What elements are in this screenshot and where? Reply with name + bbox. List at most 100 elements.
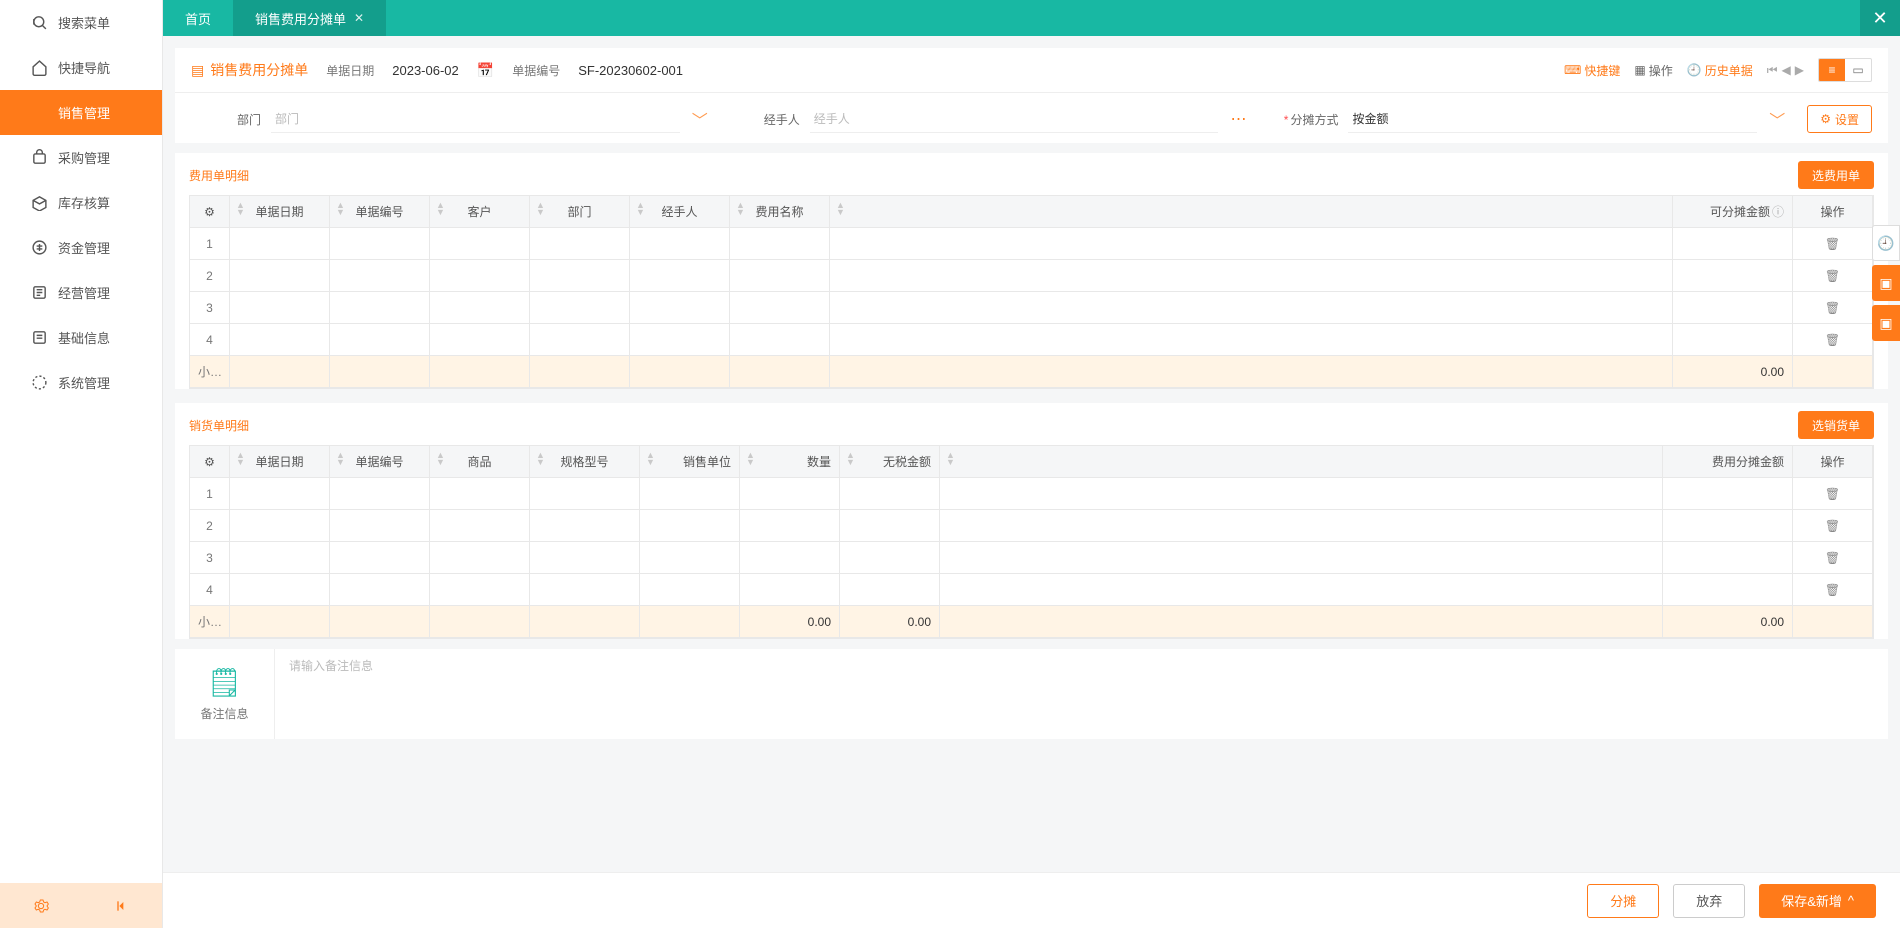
col-feealloc[interactable]: 费用分摊金额 (1663, 446, 1793, 478)
sidebar-item-search[interactable]: 搜索菜单 (0, 0, 162, 45)
note-icon: 🗒 (207, 666, 243, 699)
col-op: 操作 (1793, 196, 1873, 228)
side-tab-a[interactable]: ▣ (1872, 265, 1900, 301)
help-icon[interactable]: ⓘ (1772, 205, 1784, 219)
sidebar-item-stock[interactable]: 库存核算 (0, 180, 162, 225)
select-fee-button[interactable]: 选费用单 (1798, 161, 1874, 189)
tab-current[interactable]: 销售费用分摊单 ✕ (233, 0, 386, 36)
col-gear[interactable]: ⚙ (190, 196, 230, 228)
col-qty[interactable]: ▲▼数量 (740, 446, 840, 478)
remark-title: 备注信息 (200, 705, 248, 722)
pager-next[interactable]: ▶ (1795, 63, 1804, 77)
section-title: 费用单明细 (189, 167, 249, 184)
sidebar-item-baseinfo[interactable]: 基础信息 (0, 315, 162, 360)
side-tabs: 🕘 ▣ ▣ (1872, 225, 1900, 345)
sidebar-label: 系统管理 (58, 373, 110, 392)
save-new-button[interactable]: 保存&新增 ^ (1759, 884, 1876, 918)
biz-icon (30, 284, 48, 302)
remark-card: 🗒 备注信息 (175, 649, 1888, 739)
table-row[interactable]: 3🗑 (190, 292, 1873, 324)
pager-first[interactable]: ⏮ (1767, 63, 1778, 78)
tab-label: 销售费用分摊单 (255, 9, 346, 28)
delete-icon[interactable]: 🗑 (1825, 583, 1840, 597)
col-op: 操作 (1793, 446, 1873, 478)
handler-input[interactable] (810, 105, 1219, 133)
side-tab-b[interactable]: ▣ (1872, 305, 1900, 341)
col-dept[interactable]: ▲▼部门 (530, 196, 630, 228)
view-list[interactable]: ≡ (1819, 59, 1845, 81)
table-row[interactable]: 2🗑 (190, 510, 1873, 542)
delete-icon[interactable]: 🗑 (1825, 333, 1840, 347)
table-row[interactable]: 4🗑 (190, 574, 1873, 606)
allocate-button[interactable]: 分摊 (1587, 884, 1659, 918)
tab-label: 首页 (185, 9, 211, 28)
collapse-button[interactable] (81, 898, 162, 914)
view-card[interactable]: ▭ (1845, 59, 1871, 81)
delete-icon[interactable]: 🗑 (1825, 551, 1840, 565)
table-row[interactable]: 3🗑 (190, 542, 1873, 574)
remark-input[interactable] (289, 659, 1874, 673)
shortcut-link[interactable]: ⌨ 快捷键 (1564, 62, 1620, 79)
sale-table: ⚙ ▲▼单据日期 ▲▼单据编号 ▲▼商品 ▲▼规格型号 ▲▼销售单位 ▲▼数量 … (189, 445, 1874, 639)
fee-table: ⚙ ▲▼单据日期 ▲▼单据编号 ▲▼客户 ▲▼部门 ▲▼经手人 ▲▼费用名称 ▲… (189, 195, 1874, 389)
sidebar-item-purchase[interactable]: 采购管理 (0, 135, 162, 180)
main: 首页 销售费用分摊单 ✕ ✕ ▤ 销售费用分摊单 单据日期 2023-06-02… (163, 0, 1900, 928)
settings-button[interactable]: ⚙ 设置 (1807, 105, 1872, 133)
sidebar-item-system[interactable]: 系统管理 (0, 360, 162, 405)
col-alloc[interactable]: 可分摊金额ⓘ (1673, 196, 1793, 228)
table-row[interactable]: 2🗑 (190, 260, 1873, 292)
settings-button[interactable] (0, 898, 81, 914)
col-unit[interactable]: ▲▼销售单位 (640, 446, 740, 478)
col-amount[interactable]: ▲▼无税金额 (840, 446, 940, 478)
col-gear[interactable]: ⚙ (190, 446, 230, 478)
delete-icon[interactable]: 🗑 (1825, 269, 1840, 283)
date-value[interactable]: 2023-06-02 (392, 63, 459, 78)
col-no[interactable]: ▲▼单据编号 (330, 446, 430, 478)
method-input[interactable] (1348, 105, 1757, 133)
table-row[interactable]: 4🗑 (190, 324, 1873, 356)
section-title: 销货单明细 (189, 417, 249, 434)
calendar-icon[interactable]: 📅 (477, 62, 494, 79)
delete-icon[interactable]: 🗑 (1825, 487, 1840, 501)
delete-icon[interactable]: 🗑 (1825, 301, 1840, 315)
tabbar-close-button[interactable]: ✕ (1860, 0, 1900, 36)
col-spec[interactable]: ▲▼规格型号 (530, 446, 640, 478)
sidebar-item-biz[interactable]: 经营管理 (0, 270, 162, 315)
chevron-down-icon[interactable]: ﹀ (690, 107, 710, 131)
col-handler[interactable]: ▲▼经手人 (630, 196, 730, 228)
tabbar: 首页 销售费用分摊单 ✕ ✕ (163, 0, 1900, 36)
col-date[interactable]: ▲▼单据日期 (230, 446, 330, 478)
col-cust[interactable]: ▲▼客户 (430, 196, 530, 228)
delete-icon[interactable]: 🗑 (1825, 237, 1840, 251)
table-row[interactable]: 1🗑 (190, 478, 1873, 510)
doc-title: ▤ 销售费用分摊单 (191, 60, 308, 80)
col-product[interactable]: ▲▼商品 (430, 446, 530, 478)
dept-input[interactable] (271, 105, 680, 133)
ops-link[interactable]: ▦ 操作 (1634, 62, 1672, 79)
history-link[interactable]: 🕘 历史单据 (1687, 62, 1753, 79)
side-tab-clock[interactable]: 🕘 (1872, 225, 1900, 261)
tab-home[interactable]: 首页 (163, 0, 233, 36)
more-icon[interactable]: ⋯ (1228, 109, 1248, 129)
sidebar: 搜索菜单 快捷导航 销售管理 采购管理 库存核算 资金管理 经营管理 基础信息 (0, 0, 163, 928)
handler-label: 经手人 (730, 111, 800, 128)
sidebar-item-nav[interactable]: 快捷导航 (0, 45, 162, 90)
col-no[interactable]: ▲▼单据编号 (330, 196, 430, 228)
subtotal-row: 小计0.00 (190, 356, 1873, 388)
select-sale-button[interactable]: 选销货单 (1798, 411, 1874, 439)
sale-table-body: 1🗑2🗑3🗑4🗑小计0.000.000.00 (190, 478, 1873, 638)
sidebar-item-sales[interactable]: 销售管理 (0, 90, 162, 135)
money-icon (30, 239, 48, 257)
sidebar-item-funds[interactable]: 资金管理 (0, 225, 162, 270)
col-date[interactable]: ▲▼单据日期 (230, 196, 330, 228)
cart-icon (30, 149, 48, 167)
table-row[interactable]: 1🗑 (190, 228, 1873, 260)
discard-button[interactable]: 放弃 (1673, 884, 1745, 918)
delete-icon[interactable]: 🗑 (1825, 519, 1840, 533)
close-icon[interactable]: ✕ (354, 11, 364, 25)
chevron-down-icon[interactable]: ﹀ (1767, 107, 1787, 131)
pager: ⏮ ◀ ▶ (1767, 63, 1804, 78)
col-feename[interactable]: ▲▼费用名称 (730, 196, 830, 228)
sidebar-label: 搜索菜单 (58, 13, 110, 32)
pager-prev[interactable]: ◀ (1782, 63, 1791, 77)
